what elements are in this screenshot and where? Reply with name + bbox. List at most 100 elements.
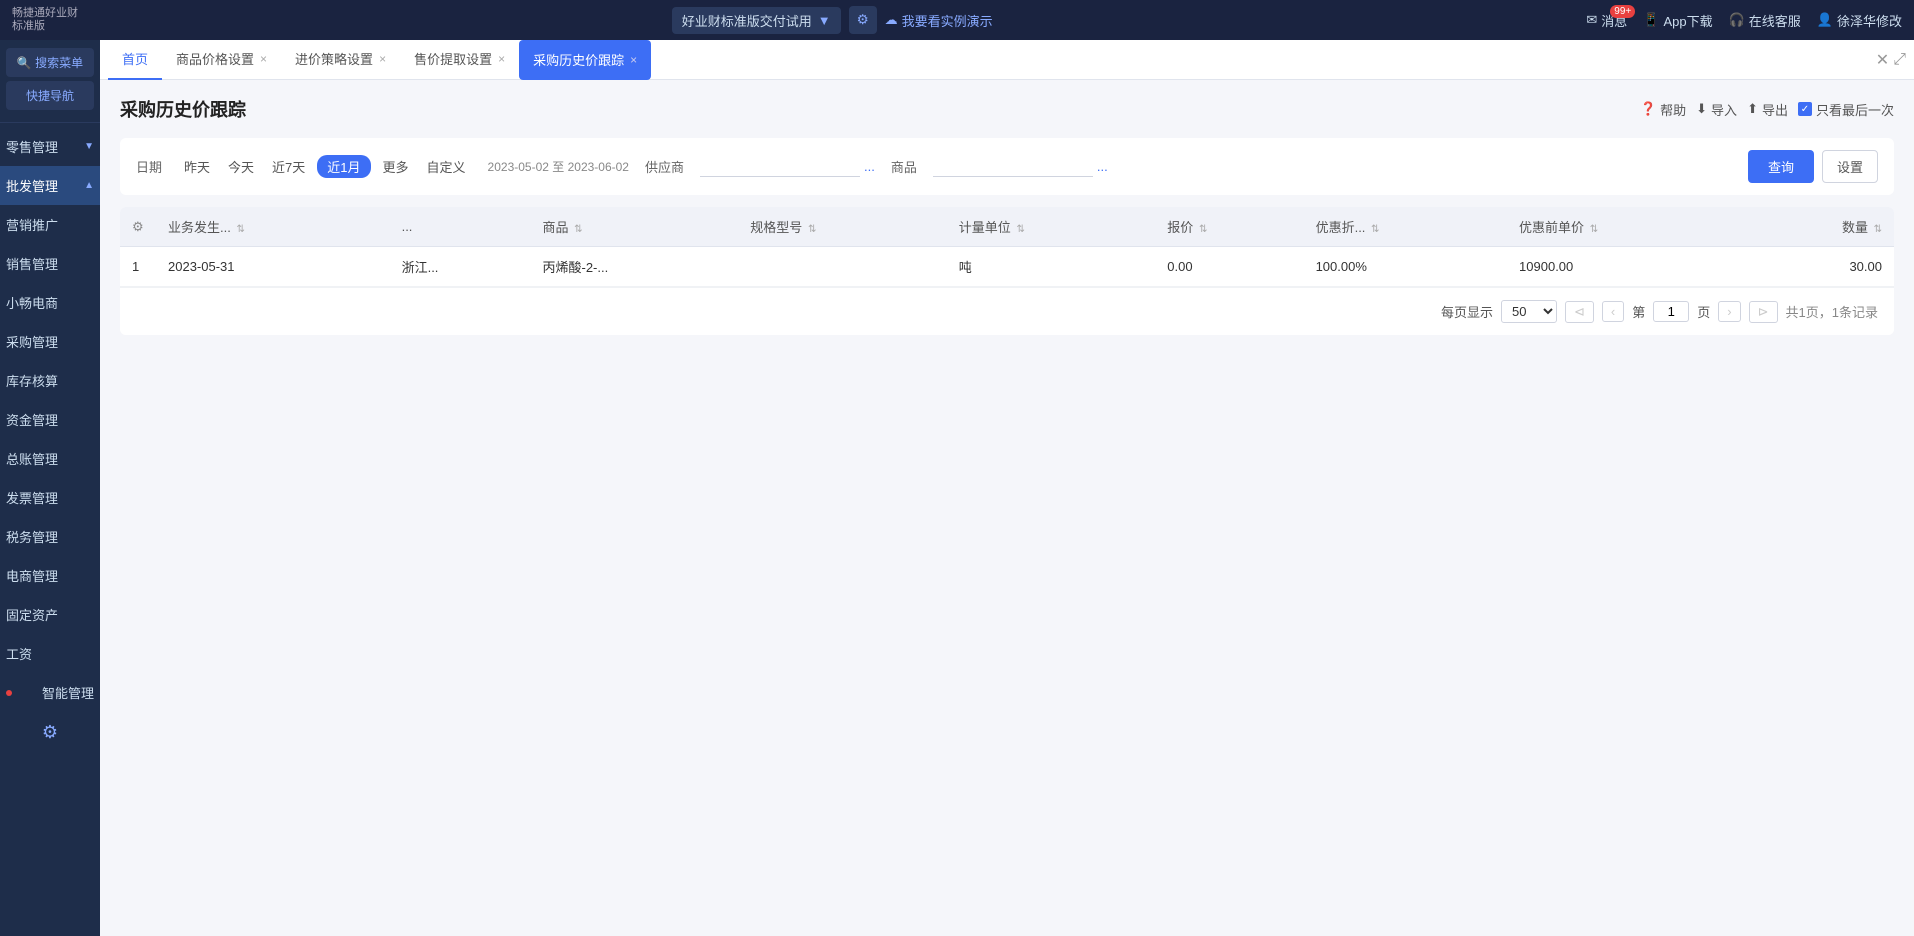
first-page-button[interactable]: ⊲ — [1565, 301, 1594, 323]
cell-quoted-price: 0.00 — [1155, 247, 1303, 287]
sidebar-item-tax[interactable]: 税务管理 — [0, 517, 100, 556]
only-last-checkbox[interactable]: ✓ 只看最后一次 — [1798, 100, 1894, 119]
page-size-select[interactable]: 10 20 50 100 — [1501, 300, 1557, 323]
export-button[interactable]: ⬆ 导出 — [1747, 100, 1788, 119]
sidebar-item-label: 工资 — [6, 644, 32, 663]
th-quoted-price[interactable]: 报价 ⇅ — [1155, 207, 1303, 247]
data-table-wrap: ⚙ 业务发生... ⇅ ... 商品 ⇅ — [120, 207, 1894, 335]
sidebar-item-fixed-assets[interactable]: 固定资产 — [0, 595, 100, 634]
quick-nav-button[interactable]: 快捷导航 — [6, 81, 94, 110]
sidebar-item-salary[interactable]: 工资 — [0, 634, 100, 673]
message-button[interactable]: ✉ 消息 99+ — [1586, 11, 1627, 30]
supplier-input[interactable] — [700, 157, 860, 177]
last-page-button[interactable]: ⊳ — [1749, 301, 1778, 323]
prev-page-button[interactable]: ‹ — [1602, 301, 1624, 322]
cell-product: 丙烯酸-2-... — [530, 247, 738, 287]
online-service-button[interactable]: 🎧 在线客服 — [1729, 11, 1801, 30]
date-last1month-button[interactable]: 近1月 — [317, 155, 370, 178]
th-unit[interactable]: 计量单位 ⇅ — [947, 207, 1156, 247]
supplier-more-button[interactable]: ... — [864, 159, 875, 174]
sort-icon: ⇅ — [574, 224, 582, 235]
product-label: 商品 — [891, 157, 917, 176]
sidebar-item-general-ledger[interactable]: 总账管理 — [0, 439, 100, 478]
date-today-button[interactable]: 今天 — [222, 155, 260, 178]
tab-bar-actions: ✕ ⤢ — [1876, 50, 1906, 70]
app-download-button[interactable]: 📱 App下载 — [1643, 11, 1712, 30]
sort-icon: ⇅ — [236, 224, 244, 235]
tab-expand-button[interactable]: ⤢ — [1893, 51, 1906, 69]
tab-purchase-strategy[interactable]: 进价策略设置 × — [281, 40, 400, 80]
filter-actions: 查询 设置 — [1748, 150, 1878, 183]
close-tab-sale-extract[interactable]: × — [498, 52, 505, 66]
close-tab-purchase-strategy[interactable]: × — [379, 52, 386, 66]
date-more-button[interactable]: 更多 — [377, 155, 415, 178]
page-title: 采购历史价跟踪 — [120, 96, 246, 122]
dot-indicator — [6, 690, 12, 696]
tab-sale-extract[interactable]: 售价提取设置 × — [400, 40, 519, 80]
tab-purchase-history[interactable]: 采购历史价跟踪 × — [519, 40, 651, 80]
top-bar-left: 畅捷通好业财 标准版 — [12, 7, 78, 33]
th-product[interactable]: 商品 ⇅ — [530, 207, 738, 247]
tab-home[interactable]: 首页 — [108, 40, 162, 80]
column-settings-icon[interactable]: ⚙ — [132, 219, 144, 234]
page-header: 采购历史价跟踪 ❓ 帮助 ⬇ 导入 ⬆ 导出 ✓ — [120, 96, 1894, 122]
main-layout: 🔍 搜索菜单 快捷导航 零售管理 ▼ 批发管理 ▲ 营销推广 销售管理 小畅电商… — [0, 40, 1914, 936]
query-button[interactable]: 查询 — [1748, 150, 1814, 183]
sidebar-item-inventory[interactable]: 库存核算 — [0, 361, 100, 400]
tab-close-all-button[interactable]: ✕ — [1876, 50, 1889, 70]
sidebar-item-ecommerce[interactable]: 电商管理 — [0, 556, 100, 595]
sidebar-item-wholesale[interactable]: 批发管理 ▲ — [0, 166, 100, 205]
search-menu-button[interactable]: 🔍 搜索菜单 — [6, 48, 94, 77]
sidebar-search-area: 🔍 搜索菜单 快捷导航 — [0, 40, 100, 118]
import-button[interactable]: ⬇ 导入 — [1696, 100, 1737, 119]
th-quantity[interactable]: 数量 ⇅ — [1746, 207, 1894, 247]
th-discount[interactable]: 优惠折... ⇅ — [1304, 207, 1507, 247]
help-button[interactable]: ❓ 帮助 — [1640, 100, 1686, 119]
sidebar-item-label: 发票管理 — [6, 488, 58, 507]
sidebar-item-ecommerce-small[interactable]: 小畅电商 — [0, 283, 100, 322]
top-bar: 畅捷通好业财 标准版 好业财标准版交付试用 ▼ ⚙ ☁ 我要看实例演示 ✉ 消息… — [0, 0, 1914, 40]
demo-button[interactable]: ☁ 我要看实例演示 — [885, 11, 993, 30]
sidebar-item-purchase[interactable]: 采购管理 — [0, 322, 100, 361]
setting-button[interactable]: 设置 — [1822, 150, 1878, 183]
message-badge: 99+ — [1610, 5, 1635, 18]
sidebar-item-finance[interactable]: 资金管理 — [0, 400, 100, 439]
tab-price-settings[interactable]: 商品价格设置 × — [162, 40, 281, 80]
sidebar-item-label: 采购管理 — [6, 332, 58, 351]
product-input[interactable] — [933, 157, 1093, 177]
sidebar-item-marketing[interactable]: 营销推广 — [0, 205, 100, 244]
version-selector[interactable]: 好业财标准版交付试用 ▼ — [672, 7, 841, 34]
th-spec[interactable]: 规格型号 ⇅ — [738, 207, 947, 247]
sidebar-item-invoice[interactable]: 发票管理 — [0, 478, 100, 517]
config-gear-button[interactable]: ⚙ — [849, 6, 877, 34]
product-more-button[interactable]: ... — [1097, 159, 1108, 174]
sidebar-settings-button[interactable]: ⚙ — [0, 712, 100, 753]
cell-unit: 吨 — [947, 247, 1156, 287]
date-custom-button[interactable]: 自定义 — [421, 155, 472, 178]
filter-row: 日期 昨天 今天 近7天 近1月 更多 自定义 2023-05-02 至 202… — [136, 150, 1878, 183]
close-tab-purchase-history[interactable]: × — [630, 53, 637, 67]
sidebar-item-label: 销售管理 — [6, 254, 58, 273]
user-menu-button[interactable]: 👤 徐泽华修改 — [1817, 11, 1902, 30]
sidebar-item-sales[interactable]: 销售管理 — [0, 244, 100, 283]
app-name: 畅捷通好业财 — [12, 7, 78, 20]
sidebar-item-label: 资金管理 — [6, 410, 58, 429]
top-bar-center: 好业财标准版交付试用 ▼ ⚙ ☁ 我要看实例演示 — [672, 6, 993, 34]
sidebar-item-retail[interactable]: 零售管理 ▼ — [0, 127, 100, 166]
cell-price-before-discount: 10900.00 — [1507, 247, 1746, 287]
close-tab-price-settings[interactable]: × — [260, 52, 267, 66]
sidebar-item-smart[interactable]: 智能管理 — [0, 673, 100, 712]
headset-icon: 🎧 — [1729, 12, 1745, 28]
date-last7days-button[interactable]: 近7天 — [266, 155, 311, 178]
supplier-input-wrap: ... — [700, 157, 875, 177]
help-icon: ❓ — [1640, 101, 1656, 117]
th-more[interactable]: ... — [390, 207, 531, 247]
th-price-before-discount[interactable]: 优惠前单价 ⇅ — [1507, 207, 1746, 247]
date-yesterday-button[interactable]: 昨天 — [178, 155, 216, 178]
arrow-icon: ▲ — [84, 180, 94, 191]
sort-icon: ⇅ — [1590, 224, 1598, 235]
th-date[interactable]: 业务发生... ⇅ — [156, 207, 390, 247]
supplier-label: 供应商 — [645, 157, 684, 176]
next-page-button[interactable]: › — [1718, 301, 1740, 322]
page-number-input[interactable] — [1653, 301, 1689, 322]
